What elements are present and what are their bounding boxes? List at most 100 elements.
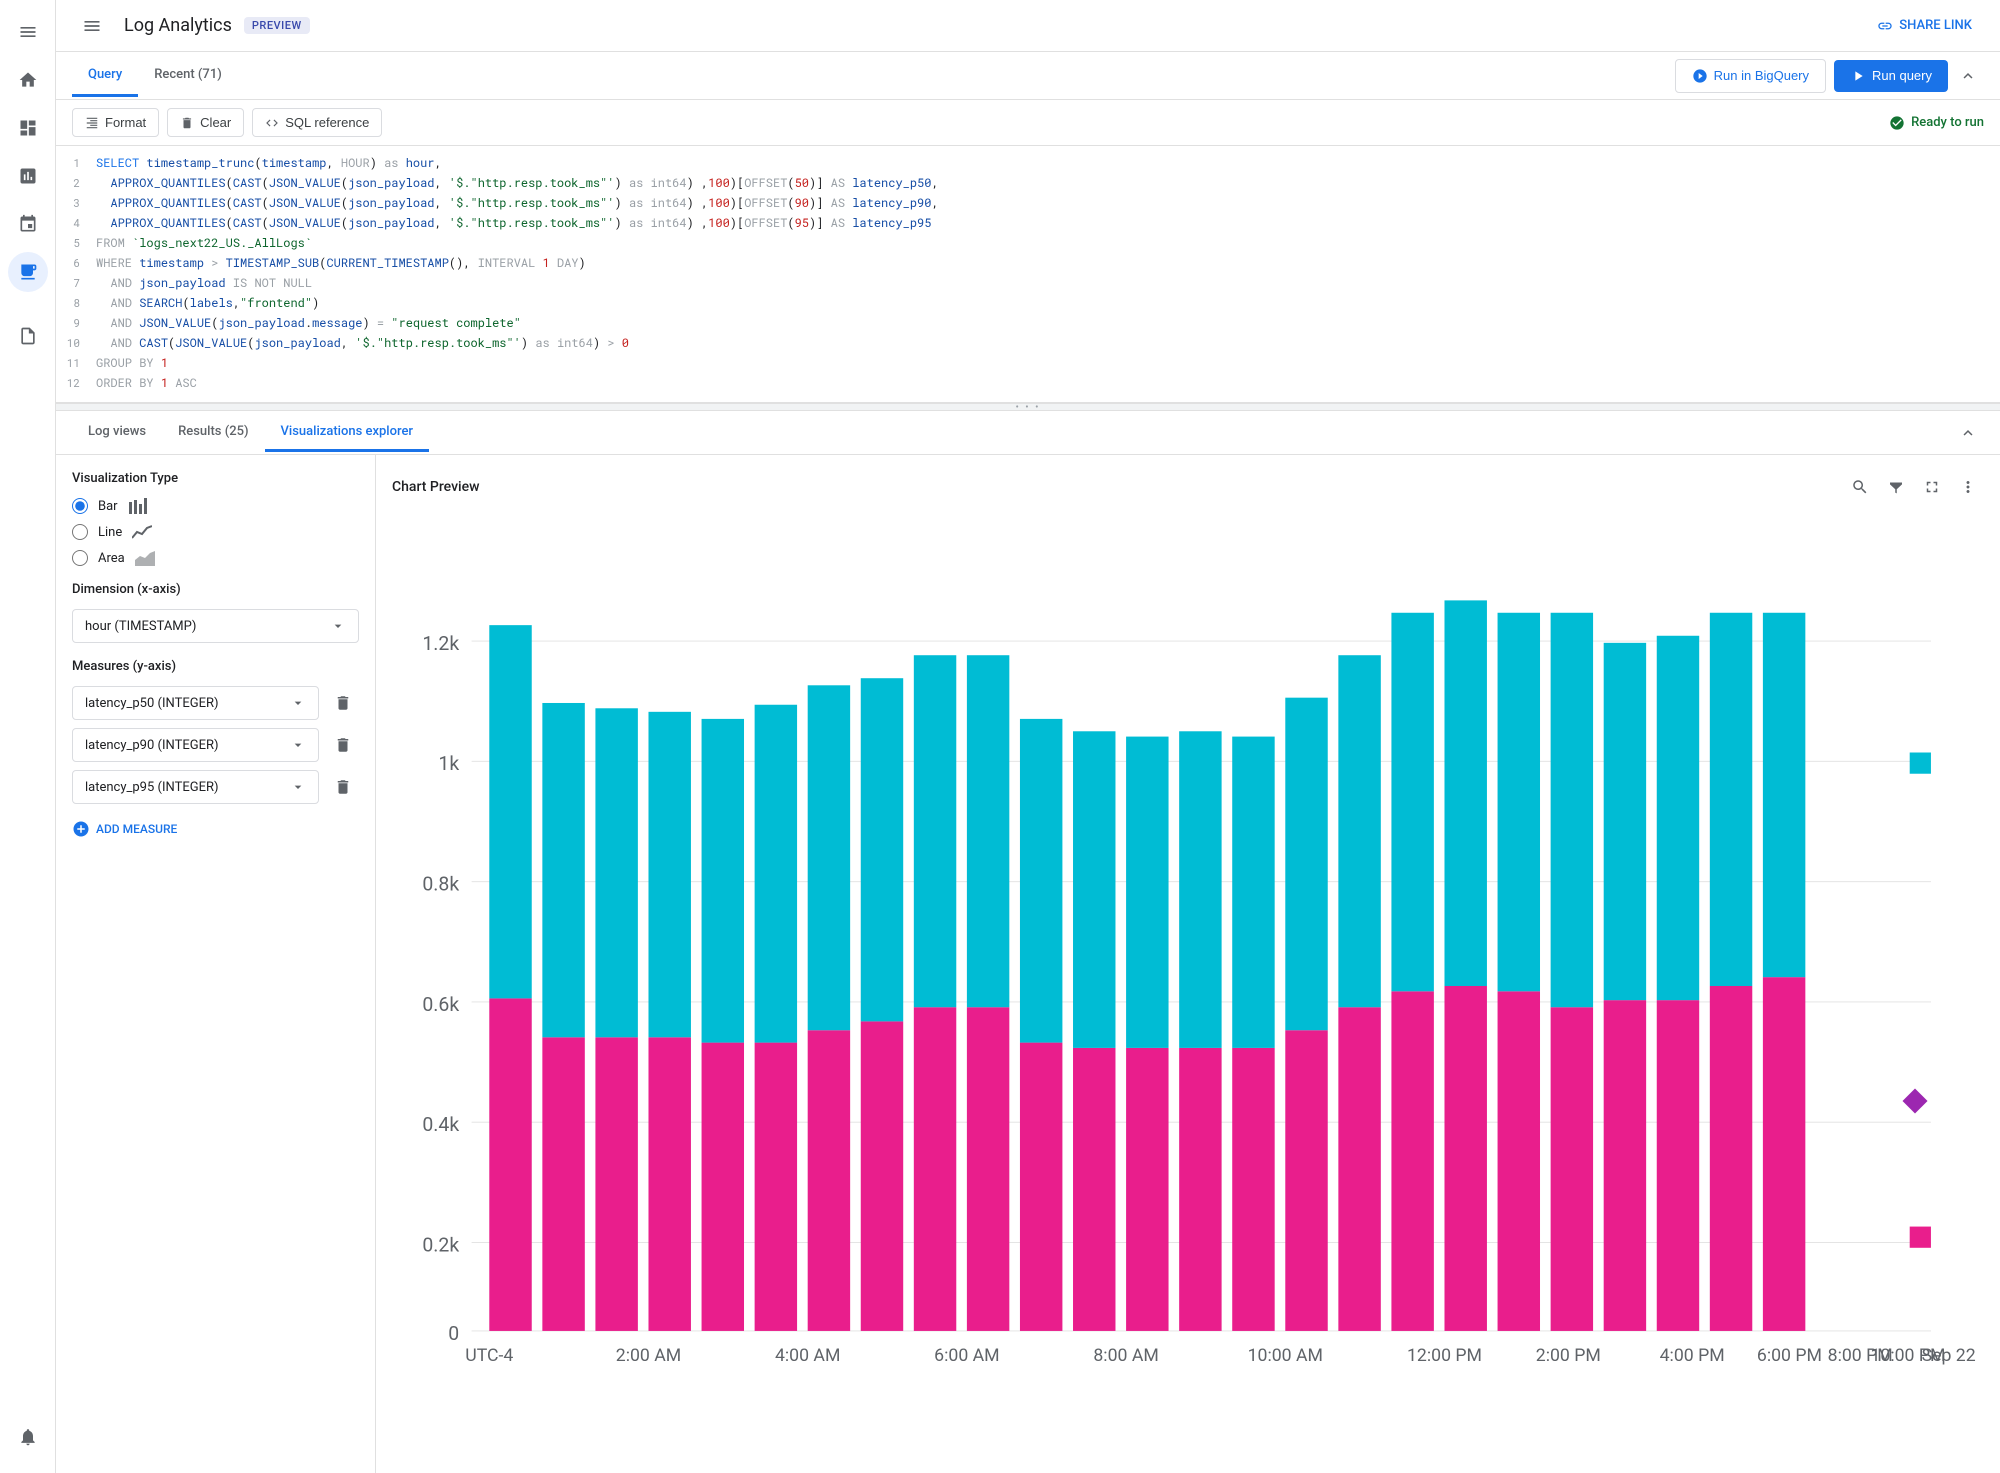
more-options-button[interactable] bbox=[1952, 471, 1984, 503]
bar-radio[interactable] bbox=[72, 498, 88, 514]
svg-text:6:00 AM: 6:00 AM bbox=[934, 1346, 999, 1366]
menu-button[interactable] bbox=[72, 6, 112, 46]
delete-measure-p50[interactable] bbox=[327, 687, 359, 719]
svg-text:0.4k: 0.4k bbox=[422, 1113, 459, 1136]
measure-row-p90: latency_p90 (INTEGER) bbox=[72, 728, 359, 762]
sidebar-item-reports[interactable] bbox=[8, 316, 48, 356]
viz-chart-area: Chart Preview bbox=[376, 455, 2000, 1473]
delete-measure-p90[interactable] bbox=[327, 729, 359, 761]
svg-text:1.2k: 1.2k bbox=[422, 632, 459, 655]
svg-text:10:00 AM: 10:00 AM bbox=[1248, 1346, 1323, 1366]
app-title: Log Analytics bbox=[124, 15, 232, 36]
svg-text:0.6k: 0.6k bbox=[422, 993, 459, 1016]
code-line: 5 FROM `logs_next22_US._AllLogs` bbox=[56, 234, 2000, 254]
svg-text:2:00 PM: 2:00 PM bbox=[1536, 1346, 1601, 1366]
run-query-button[interactable]: Run query bbox=[1834, 60, 1948, 92]
search-chart-button[interactable] bbox=[1844, 471, 1876, 503]
code-line: 11 GROUP BY 1 bbox=[56, 354, 2000, 374]
measures-title: Measures (y-axis) bbox=[72, 659, 359, 674]
dimension-section: Dimension (x-axis) hour (TIMESTAMP) bbox=[72, 582, 359, 643]
query-area: Query Recent (71) Run in BigQuery Run qu… bbox=[56, 52, 2000, 403]
add-measure-button[interactable]: ADD MEASURE bbox=[72, 812, 359, 846]
expand-bottom-button[interactable] bbox=[1952, 417, 1984, 449]
area-icon bbox=[135, 550, 155, 566]
chart-container: 1.2k 1k 0.8k 0.6k 0.4k 0.2k 0 bbox=[392, 515, 1984, 1457]
resize-handle[interactable]: • • • bbox=[56, 403, 2000, 411]
top-header: Log Analytics PREVIEW SHARE LINK bbox=[56, 0, 2000, 52]
tab-query[interactable]: Query bbox=[72, 55, 138, 97]
clear-button[interactable]: Clear bbox=[167, 108, 244, 137]
measure-p90-dropdown[interactable]: latency_p90 (INTEGER) bbox=[72, 728, 319, 762]
expand-query-button[interactable] bbox=[1952, 60, 1984, 92]
code-line: 12 ORDER BY 1 ASC bbox=[56, 374, 2000, 394]
code-editor[interactable]: 1 SELECT timestamp_trunc(timestamp, HOUR… bbox=[56, 146, 2000, 403]
measures-section: Measures (y-axis) latency_p50 (INTEGER) … bbox=[72, 659, 359, 846]
sidebar-item-settings[interactable] bbox=[8, 1417, 48, 1457]
viz-type-line[interactable]: Line bbox=[72, 524, 359, 540]
query-tabs: Query Recent (71) Run in BigQuery Run qu… bbox=[56, 52, 2000, 100]
area-radio[interactable] bbox=[72, 550, 88, 566]
sidebar-item-home[interactable] bbox=[8, 60, 48, 100]
code-line: 3 APPROX_QUANTILES(CAST(JSON_VALUE(json_… bbox=[56, 194, 2000, 214]
chart-header: Chart Preview bbox=[392, 471, 1984, 503]
format-button[interactable]: Format bbox=[72, 108, 159, 137]
svg-text:Sep 22: Sep 22 bbox=[1922, 1346, 1976, 1366]
tab-recent[interactable]: Recent (71) bbox=[138, 55, 238, 97]
svg-text:12:00 PM: 12:00 PM bbox=[1407, 1346, 1482, 1366]
svg-text:0: 0 bbox=[448, 1322, 459, 1345]
share-link-button[interactable]: SHARE LINK bbox=[1865, 10, 1984, 42]
svg-text:1k: 1k bbox=[438, 752, 459, 775]
viz-type-bar[interactable]: Bar bbox=[72, 498, 359, 514]
area-label: Area bbox=[98, 551, 125, 566]
code-line: 1 SELECT timestamp_trunc(timestamp, HOUR… bbox=[56, 154, 2000, 174]
bottom-tabs: Log views Results (25) Visualizations ex… bbox=[56, 411, 2000, 455]
query-toolbar: Format Clear SQL reference Ready to run bbox=[56, 100, 2000, 146]
sidebar bbox=[0, 0, 56, 1473]
svg-text:2:00 AM: 2:00 AM bbox=[616, 1346, 681, 1366]
expand-chart-button[interactable] bbox=[1916, 471, 1948, 503]
tab-log-views[interactable]: Log views bbox=[72, 414, 162, 452]
line-label: Line bbox=[98, 525, 122, 540]
sidebar-item-explore[interactable] bbox=[8, 204, 48, 244]
viz-type-area[interactable]: Area bbox=[72, 550, 359, 566]
run-bigquery-button[interactable]: Run in BigQuery bbox=[1675, 59, 1826, 93]
measure-row-p50: latency_p50 (INTEGER) bbox=[72, 686, 359, 720]
svg-text:0.2k: 0.2k bbox=[422, 1233, 459, 1256]
dimension-dropdown[interactable]: hour (TIMESTAMP) bbox=[72, 609, 359, 643]
sidebar-item-analytics[interactable] bbox=[8, 156, 48, 196]
viz-controls: Visualization Type Bar Line bbox=[56, 455, 376, 1473]
svg-text:6:00 PM: 6:00 PM bbox=[1757, 1346, 1822, 1366]
bar-icon bbox=[128, 498, 148, 514]
sql-reference-button[interactable]: SQL reference bbox=[252, 108, 382, 137]
code-line: 6 WHERE timestamp > TIMESTAMP_SUB(CURREN… bbox=[56, 254, 2000, 274]
tab-results[interactable]: Results (25) bbox=[162, 414, 264, 452]
viz-explorer: Visualization Type Bar Line bbox=[56, 455, 2000, 1473]
measure-p95-dropdown[interactable]: latency_p95 (INTEGER) bbox=[72, 770, 319, 804]
ready-status: Ready to run bbox=[1889, 115, 1984, 131]
sidebar-item-logs[interactable] bbox=[8, 252, 48, 292]
main-content: Log Analytics PREVIEW SHARE LINK Query R… bbox=[56, 0, 2000, 1473]
chart-actions bbox=[1844, 471, 1984, 503]
dimension-title: Dimension (x-axis) bbox=[72, 582, 359, 597]
svg-text:4:00 PM: 4:00 PM bbox=[1660, 1346, 1725, 1366]
code-line: 8 AND SEARCH(labels,"frontend") bbox=[56, 294, 2000, 314]
measure-p50-dropdown[interactable]: latency_p50 (INTEGER) bbox=[72, 686, 319, 720]
svg-text:4:00 AM: 4:00 AM bbox=[775, 1346, 840, 1366]
sidebar-item-dashboard[interactable] bbox=[8, 108, 48, 148]
code-line: 10 AND CAST(JSON_VALUE(json_payload, '$.… bbox=[56, 334, 2000, 354]
viz-type-title: Visualization Type bbox=[72, 471, 359, 486]
filter-chart-button[interactable] bbox=[1880, 471, 1912, 503]
measure-row-p95: latency_p95 (INTEGER) bbox=[72, 770, 359, 804]
code-line: 2 APPROX_QUANTILES(CAST(JSON_VALUE(json_… bbox=[56, 174, 2000, 194]
line-radio[interactable] bbox=[72, 524, 88, 540]
chart-svg: 1.2k 1k 0.8k 0.6k 0.4k 0.2k 0 bbox=[392, 515, 1984, 1457]
code-line: 4 APPROX_QUANTILES(CAST(JSON_VALUE(json_… bbox=[56, 214, 2000, 234]
delete-measure-p95[interactable] bbox=[327, 771, 359, 803]
bottom-panel: Log views Results (25) Visualizations ex… bbox=[56, 411, 2000, 1473]
code-line: 7 AND json_payload IS NOT NULL bbox=[56, 274, 2000, 294]
tab-visualizations[interactable]: Visualizations explorer bbox=[265, 414, 430, 452]
svg-text:8:00 AM: 8:00 AM bbox=[1093, 1346, 1158, 1366]
line-icon bbox=[132, 524, 152, 540]
sidebar-hamburger[interactable] bbox=[8, 12, 48, 52]
bar-label: Bar bbox=[98, 499, 118, 514]
